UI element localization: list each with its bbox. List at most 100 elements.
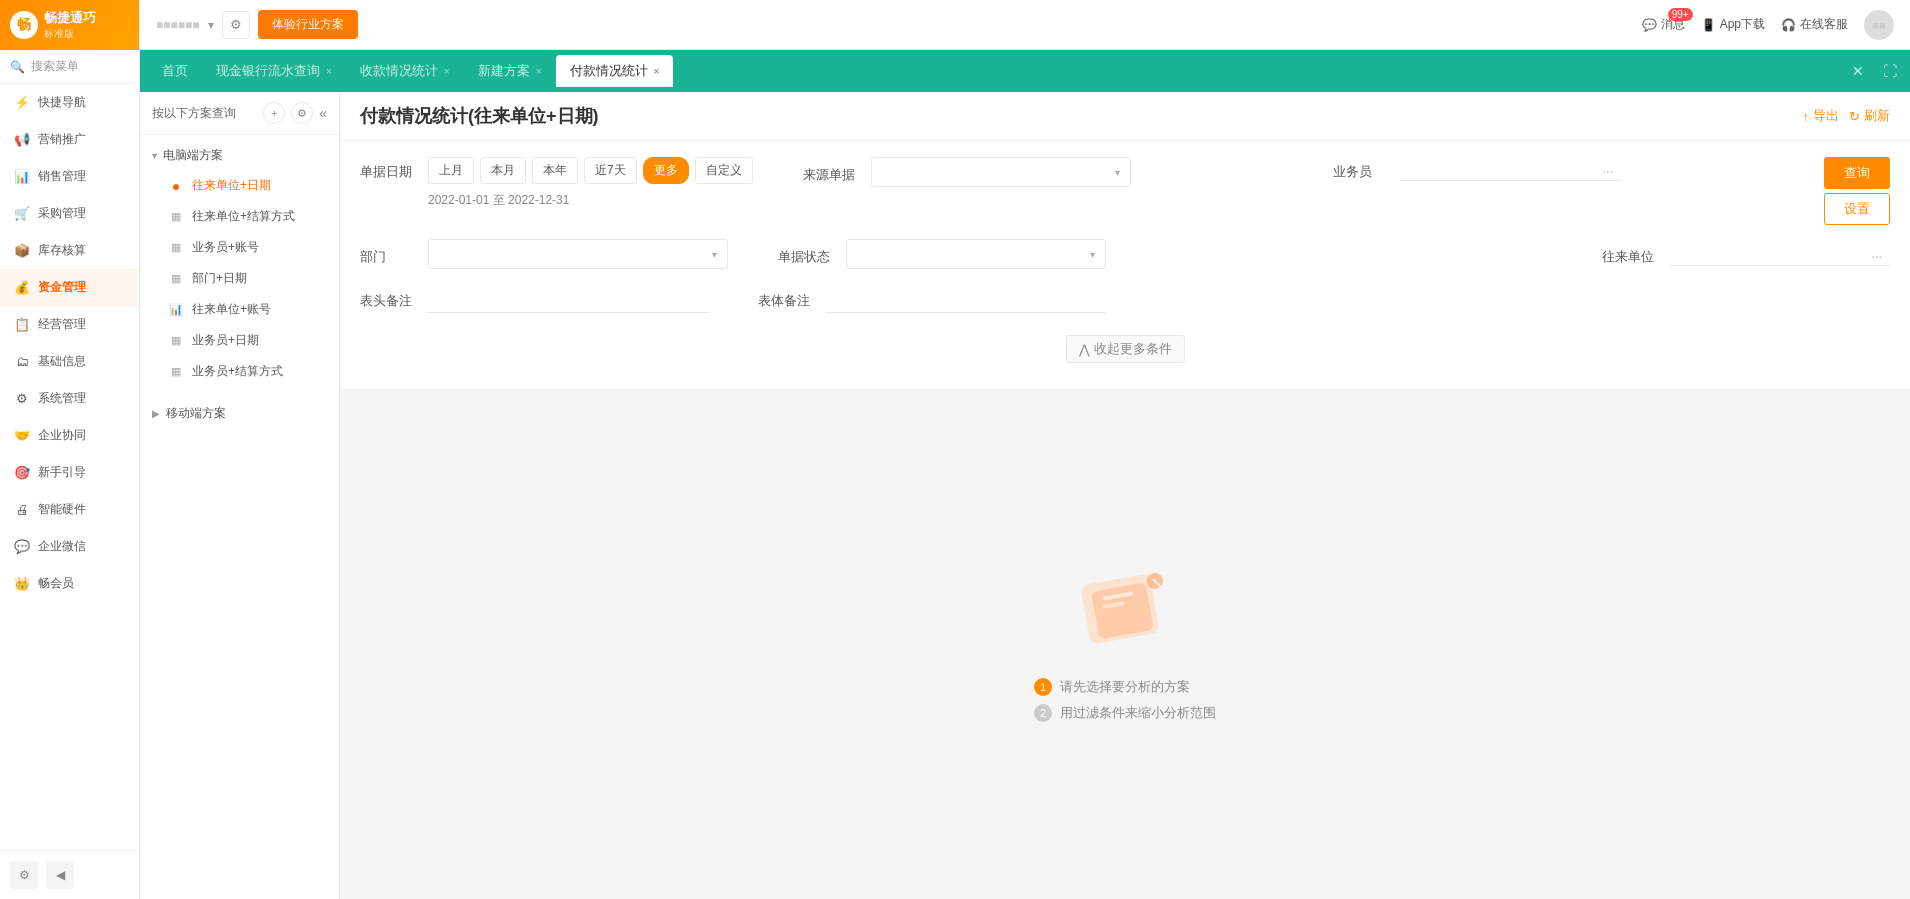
app-label: App下载 <box>1720 16 1765 33</box>
scheme-unit-date[interactable]: ● 往来单位+日期 <box>140 170 339 201</box>
trial-btn[interactable]: 体验行业方案 <box>258 10 358 39</box>
sidebar-item-inventory[interactable]: 📦 库存核算 <box>0 232 139 269</box>
tab-cashflow-close[interactable]: × <box>326 66 332 77</box>
sidebar-search[interactable]: 🔍 搜索菜单 <box>0 50 139 84</box>
left-panel-header: 按以下方案查询 + ⚙ « <box>140 92 339 135</box>
tab-new-label: 新建方案 <box>478 62 530 80</box>
sidebar-item-label: 经营管理 <box>38 316 86 333</box>
query-btn[interactable]: 查询 <box>1824 157 1890 189</box>
notice-btn[interactable]: 💬 消息 99+ <box>1642 16 1685 33</box>
sidebar-item-guide[interactable]: 🎯 新手引导 <box>0 454 139 491</box>
scheme-staff-account[interactable]: ▦ 业务员+账号 <box>140 232 339 263</box>
staff-input[interactable]: ... <box>1401 157 1621 181</box>
header-note-input[interactable] <box>428 283 708 313</box>
tab-cashflow[interactable]: 现金银行流水查询 × <box>202 55 346 87</box>
tab-close-all-btn[interactable]: ✕ <box>1846 59 1870 83</box>
tab-bar: 首页 现金银行流水查询 × 收款情况统计 × 新建方案 × 付款情况统计 × ✕… <box>140 50 1910 92</box>
source-select[interactable]: ▾ <box>871 157 1131 187</box>
staff-label: 业务员 <box>1333 157 1393 181</box>
export-btn[interactable]: ↑ 导出 <box>1803 107 1840 125</box>
scheme-item-label: 业务员+账号 <box>192 239 259 256</box>
sidebar-item-label: 企业协同 <box>38 427 86 444</box>
collapse-icon: ◀ <box>56 868 65 882</box>
tab-receipt-stat[interactable]: 收款情况统计 × <box>346 55 464 87</box>
header-note-label: 表头备注 <box>360 286 420 310</box>
tab-payment-stat[interactable]: 付款情况统计 × <box>556 55 674 87</box>
date-btn-more[interactable]: 更多 <box>643 157 689 184</box>
date-btn-last-month[interactable]: 上月 <box>428 157 474 184</box>
sidebar-item-purchase[interactable]: 🛒 采购管理 <box>0 195 139 232</box>
refresh-btn[interactable]: ↻ 刷新 <box>1849 107 1890 125</box>
topbar-settings-btn[interactable]: ⚙ <box>222 11 250 39</box>
left-panel-add-btn[interactable]: + <box>263 102 285 124</box>
tab-expand-btn[interactable]: ⛶ <box>1878 59 1902 83</box>
left-panel-title: 按以下方案查询 <box>152 105 236 122</box>
tab-new-close[interactable]: × <box>536 66 542 77</box>
sidebar-settings-btn[interactable]: ⚙ <box>10 861 38 889</box>
scheme-staff-settle[interactable]: ▦ 业务员+结算方式 <box>140 356 339 387</box>
app-download-btn[interactable]: 📱 App下载 <box>1701 16 1765 33</box>
tip-text-2: 用过滤条件来缩小分析范围 <box>1060 704 1216 722</box>
user-avatar[interactable]: ■■ <box>1864 10 1894 40</box>
scheme-unit-account[interactable]: 📊 往来单位+账号 <box>140 294 339 325</box>
page-header-actions: ↑ 导出 ↻ 刷新 <box>1803 107 1891 125</box>
sales-icon: 📊 <box>14 169 30 185</box>
date-btn-custom[interactable]: 自定义 <box>695 157 753 184</box>
tab-payment-close[interactable]: × <box>654 66 660 77</box>
mobile-group-label: 移动端方案 <box>166 405 226 422</box>
sidebar-item-enterprise[interactable]: 🤝 企业协同 <box>0 417 139 454</box>
tab-receipt-label: 收款情况统计 <box>360 62 438 80</box>
date-btn-this-month[interactable]: 本月 <box>480 157 526 184</box>
filter-settings-btn[interactable]: 设置 <box>1824 193 1890 225</box>
sidebar-item-basic[interactable]: 🗂 基础信息 <box>0 343 139 380</box>
left-panel-settings-btn[interactable]: ⚙ <box>291 102 313 124</box>
sidebar-item-system[interactable]: ⚙ 系统管理 <box>0 380 139 417</box>
date-btn-7days[interactable]: 近7天 <box>584 157 637 184</box>
left-panel-actions: + ⚙ « <box>263 102 327 124</box>
sidebar-nav: ⚡ 快捷导航 📢 营销推广 📊 销售管理 🛒 采购管理 📦 库存核算 💰 资金管… <box>0 84 139 850</box>
empty-tips: 1 请先选择要分析的方案 2 用过滤条件来缩小分析范围 <box>1034 678 1216 730</box>
scheme-unit-settle[interactable]: ▦ 往来单位+结算方式 <box>140 201 339 232</box>
sidebar-item-label: 系统管理 <box>38 390 86 407</box>
body-note-input[interactable] <box>826 283 1106 313</box>
scheme-item-label: 往来单位+账号 <box>192 301 271 318</box>
tab-home[interactable]: 首页 <box>148 55 202 87</box>
sidebar-item-marketing[interactable]: 📢 营销推广 <box>0 121 139 158</box>
left-panel: 按以下方案查询 + ⚙ « ▾ 电脑端方案 <box>140 92 340 899</box>
topbar-right: 💬 消息 99+ 📱 App下载 🎧 在线客服 ■■ <box>1642 10 1894 40</box>
mobile-group-header[interactable]: ▶ 移动端方案 <box>140 399 339 428</box>
dept-select[interactable]: ▾ <box>428 239 728 269</box>
collapse-arrow: « <box>319 105 327 121</box>
doc-status-arrow: ▾ <box>1090 249 1095 260</box>
refresh-icon: ↻ <box>1849 109 1860 124</box>
tip-num-2: 2 <box>1034 704 1052 722</box>
sidebar-footer: ⚙ ◀ <box>0 850 139 899</box>
scheme-dept-date[interactable]: ▦ 部门+日期 <box>140 263 339 294</box>
scheme-item-label: 部门+日期 <box>192 270 247 287</box>
sidebar-item-hardware[interactable]: 🖨 智能硬件 <box>0 491 139 528</box>
sidebar-item-quick-nav[interactable]: ⚡ 快捷导航 <box>0 84 139 121</box>
sidebar-item-capital[interactable]: 💰 资金管理 <box>0 269 139 306</box>
sidebar-collapse-btn[interactable]: ◀ <box>46 861 74 889</box>
sidebar-item-member[interactable]: 👑 畅会员 <box>0 565 139 602</box>
doc-status-select[interactable]: ▾ <box>846 239 1106 269</box>
member-icon: 👑 <box>14 576 30 592</box>
body-note-label: 表体备注 <box>758 286 818 310</box>
scheme-item-label: 业务员+结算方式 <box>192 363 283 380</box>
staff-dots: ... <box>1603 161 1614 176</box>
sidebar-item-wechat[interactable]: 💬 企业微信 <box>0 528 139 565</box>
date-btn-this-year[interactable]: 本年 <box>532 157 578 184</box>
tabs-actions: ✕ ⛶ <box>1846 59 1902 83</box>
scheme-staff-date[interactable]: ▦ 业务员+日期 <box>140 325 339 356</box>
online-service-btn[interactable]: 🎧 在线客服 <box>1781 16 1848 33</box>
left-panel-collapse-btn[interactable]: « <box>319 105 327 121</box>
tab-receipt-close[interactable]: × <box>444 66 450 77</box>
desktop-group-header[interactable]: ▾ 电脑端方案 <box>140 141 339 170</box>
tab-new-plan[interactable]: 新建方案 × <box>464 55 556 87</box>
partner-input[interactable]: ... <box>1670 242 1890 266</box>
collapse-filter-btn[interactable]: ⋀ 收起更多条件 <box>1066 335 1185 363</box>
sidebar-item-operation[interactable]: 📋 经营管理 <box>0 306 139 343</box>
filter-area: 单据日期 上月 本月 本年 近7天 更多 自定义 2022-01-01 至 20… <box>340 141 1910 390</box>
scheme-grid-icon4: ▦ <box>168 333 184 349</box>
sidebar-item-sales[interactable]: 📊 销售管理 <box>0 158 139 195</box>
